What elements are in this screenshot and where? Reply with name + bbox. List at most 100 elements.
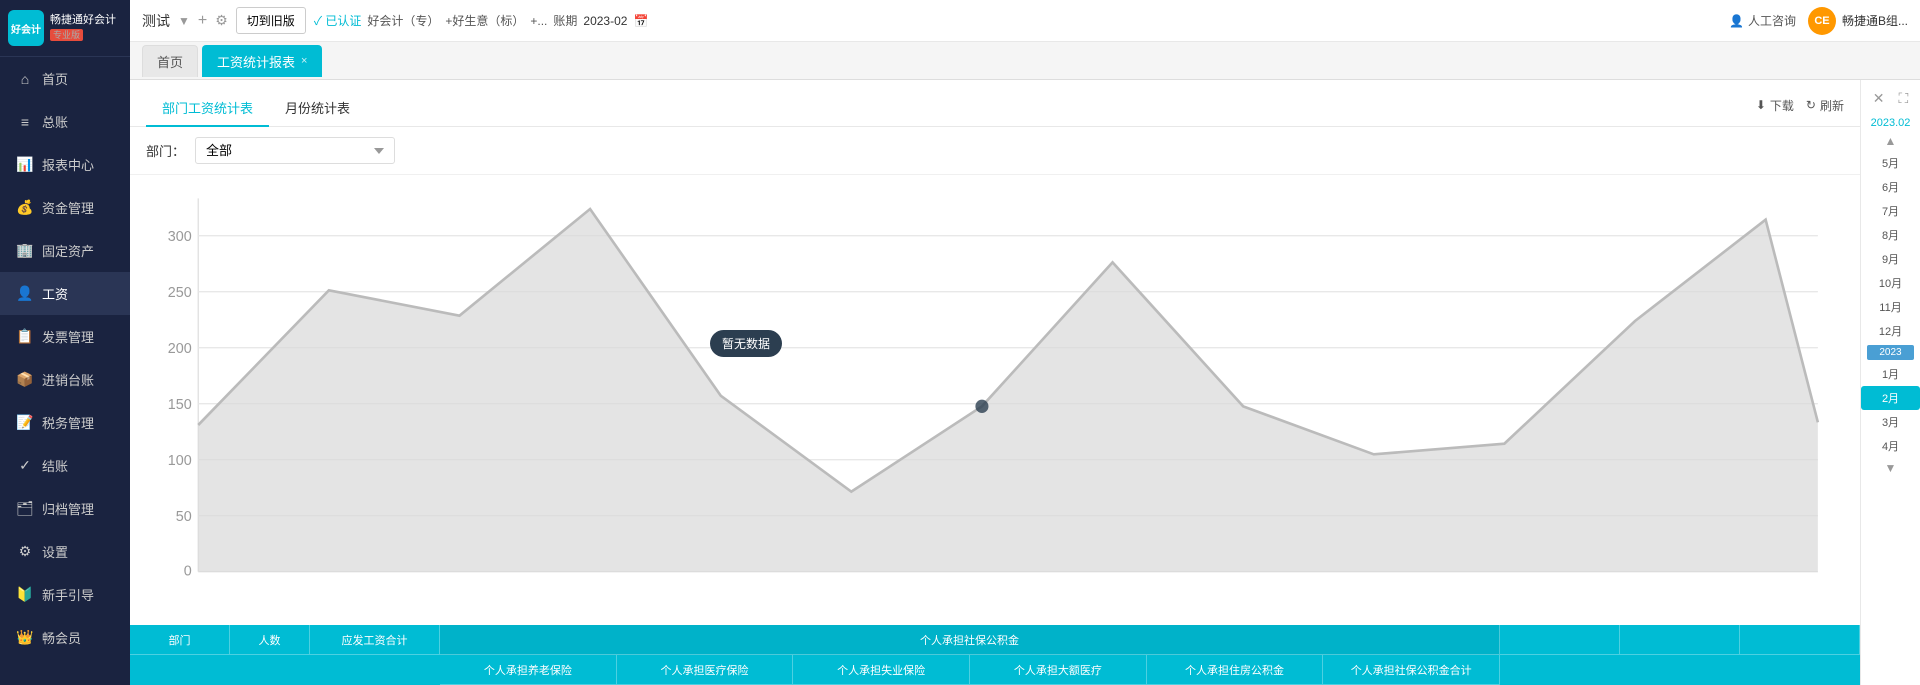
table-footer: 部门 人数 应发工资合计 个人承担社保公积金 [130, 625, 1860, 685]
rp-month-9[interactable]: 9月 [1861, 247, 1920, 271]
sidebar-logo: 好会计 畅捷通好会计 专业版 [0, 0, 130, 57]
sidebar-item-archive[interactable]: 🗂 归档管理 [0, 487, 130, 530]
th-count: 人数 [230, 625, 310, 655]
main-area: 测试 ▼ + ⚙ 切到旧版 ✓ 已认证 好会计（专） +好生意（标） +... … [130, 0, 1920, 685]
user-name: 畅捷通B组... [1842, 12, 1908, 29]
rp-month-10[interactable]: 10月 [1861, 271, 1920, 295]
topbar-right: 👤 人工咨询 CE 畅捷通B组... [1729, 7, 1908, 35]
salary-icon: 👤 [16, 285, 34, 302]
period-value: 2023-02 [583, 14, 627, 28]
th-company-unemployment [1740, 625, 1860, 655]
rp-header: ✕ ⛶ [1869, 86, 1913, 111]
sidebar-item-salary[interactable]: 👤 工资 [0, 272, 130, 315]
th-personal-unemployment: 个人承担失业保险 [793, 655, 970, 685]
switch-to-old-btn[interactable]: 切到旧版 [236, 7, 306, 34]
refresh-icon: ↻ [1806, 98, 1816, 112]
th-personal-housing-fund: 个人承担住房公积金 [1147, 655, 1324, 685]
rp-nav-down[interactable]: ▼ [1885, 458, 1897, 478]
dept-select[interactable]: 全部 [195, 137, 395, 164]
settings-icon: ⚙ [16, 543, 34, 560]
rp-month-8[interactable]: 8月 [1861, 223, 1920, 247]
rp-year-2023: 2023 [1867, 345, 1914, 360]
purchase-icon: 📦 [16, 371, 34, 388]
sidebar-item-home[interactable]: ⌂ 首页 [0, 57, 130, 100]
tabbar: 首页 工资统计报表 × [130, 42, 1920, 80]
sidebar-item-tax[interactable]: 📝 税务管理 [0, 401, 130, 444]
svg-text:0: 0 [184, 564, 192, 580]
content-area: 部门工资统计表 月份统计表 ⬇ 下载 ↻ 刷新 部门： [130, 80, 1920, 685]
rp-month-6[interactable]: 6月 [1861, 175, 1920, 199]
sub-tab-actions: ⬇ 下载 ↻ 刷新 [1756, 97, 1844, 120]
th-company-spacer [1500, 655, 1860, 685]
right-panel: ✕ ⛶ 2023.02 ▲ 5月 6月 7月 8月 9月 10月 11月 12月… [1860, 80, 1920, 685]
user-avatar: CE [1808, 7, 1836, 35]
rp-month-7[interactable]: 7月 [1861, 199, 1920, 223]
product-label3: +... [530, 14, 547, 28]
tab-home[interactable]: 首页 [142, 45, 198, 77]
sidebar-item-reports[interactable]: 📊 报表中心 [0, 143, 130, 186]
salary-chart: 0 50 100 150 200 250 300 [146, 185, 1844, 625]
sidebar-item-general-ledger[interactable]: ≡ 总账 [0, 100, 130, 143]
membership-icon: 👑 [16, 629, 34, 646]
calendar-icon[interactable]: 📅 [633, 14, 648, 28]
period-label: 账期 [553, 12, 577, 29]
reports-icon: 📊 [16, 156, 34, 173]
topbar-test-label: 测试 [142, 11, 170, 31]
sidebar-item-purchase-sales[interactable]: 📦 进销台账 [0, 358, 130, 401]
rp-month-2-active[interactable]: 2月 [1861, 386, 1920, 410]
topbar-status: ✓ 已认证 好会计（专） +好生意（标） +... 账期 2023-02 📅 [314, 12, 649, 29]
settlement-icon: ✓ [16, 457, 34, 474]
certified-badge: ✓ 已认证 [314, 12, 362, 29]
tab-close-icon[interactable]: × [301, 55, 307, 67]
service-icon: 👤 [1729, 14, 1744, 28]
th-personal-medical: 个人承担医疗保险 [617, 655, 794, 685]
rp-expand-btn[interactable]: ⛶ [1894, 86, 1912, 111]
svg-text:50: 50 [176, 509, 192, 525]
chart-area: 0 50 100 150 200 250 300 [130, 175, 1860, 625]
svg-text:100: 100 [168, 453, 192, 469]
topbar-dropdown-arrow[interactable]: ▼ [178, 14, 190, 28]
rp-close-btn[interactable]: ✕ [1869, 86, 1889, 111]
dept-filter-label: 部门： [146, 141, 185, 160]
th-company-medical [1620, 625, 1740, 655]
refresh-btn[interactable]: ↻ 刷新 [1806, 97, 1844, 114]
product-label1: 好会计（专） [367, 12, 439, 29]
service-btn[interactable]: 👤 人工咨询 [1729, 12, 1796, 29]
rp-month-4[interactable]: 4月 [1861, 434, 1920, 458]
svg-text:300: 300 [168, 229, 192, 245]
download-icon: ⬇ [1756, 98, 1766, 112]
tab-salary-report[interactable]: 工资统计报表 × [202, 45, 322, 77]
guide-icon: 🔰 [16, 586, 34, 603]
sub-tab-monthly[interactable]: 月份统计表 [269, 90, 366, 127]
topbar: 测试 ▼ + ⚙ 切到旧版 ✓ 已认证 好会计（专） +好生意（标） +... … [130, 0, 1920, 42]
sidebar-item-settlement[interactable]: ✓ 结账 [0, 444, 130, 487]
sub-tabbar: 部门工资统计表 月份统计表 ⬇ 下载 ↻ 刷新 [130, 80, 1860, 127]
sidebar-item-fixed-assets[interactable]: 🏢 固定资产 [0, 229, 130, 272]
assets-icon: 🏢 [16, 242, 34, 259]
sidebar-item-guide[interactable]: 🔰 新手引导 [0, 573, 130, 616]
sub-tab-dept[interactable]: 部门工资统计表 [146, 90, 269, 127]
table-header-top: 部门 人数 应发工资合计 个人承担社保公积金 [130, 625, 1860, 655]
dept-select-wrapper: 全部 [195, 137, 395, 164]
download-btn[interactable]: ⬇ 下载 [1756, 97, 1794, 114]
th-spacer [130, 655, 440, 685]
svg-text:150: 150 [168, 397, 192, 413]
sidebar-item-membership[interactable]: 👑 畅会员 [0, 616, 130, 659]
archive-icon: 🗂 [16, 500, 34, 517]
rp-month-5[interactable]: 5月 [1861, 151, 1920, 175]
rp-nav-up[interactable]: ▲ [1885, 131, 1897, 151]
rp-month-12[interactable]: 12月 [1861, 319, 1920, 343]
sidebar-item-invoice[interactable]: 📋 发票管理 [0, 315, 130, 358]
topbar-add-btn[interactable]: + [198, 12, 207, 30]
topbar-settings-btn[interactable]: ⚙ [215, 12, 228, 29]
sidebar: 好会计 畅捷通好会计 专业版 ⌂ 首页 ≡ 总账 📊 报表中心 💰 资金管理 🏢… [0, 0, 130, 685]
rp-month-1[interactable]: 1月 [1861, 362, 1920, 386]
sidebar-item-settings[interactable]: ⚙ 设置 [0, 530, 130, 573]
svg-text:200: 200 [168, 341, 192, 357]
product-label2: +好生意（标） [445, 12, 524, 29]
capital-icon: 💰 [16, 199, 34, 216]
rp-month-11[interactable]: 11月 [1861, 295, 1920, 319]
sidebar-item-capital[interactable]: 💰 资金管理 [0, 186, 130, 229]
user-area: CE 畅捷通B组... [1808, 7, 1908, 35]
rp-month-3[interactable]: 3月 [1861, 410, 1920, 434]
